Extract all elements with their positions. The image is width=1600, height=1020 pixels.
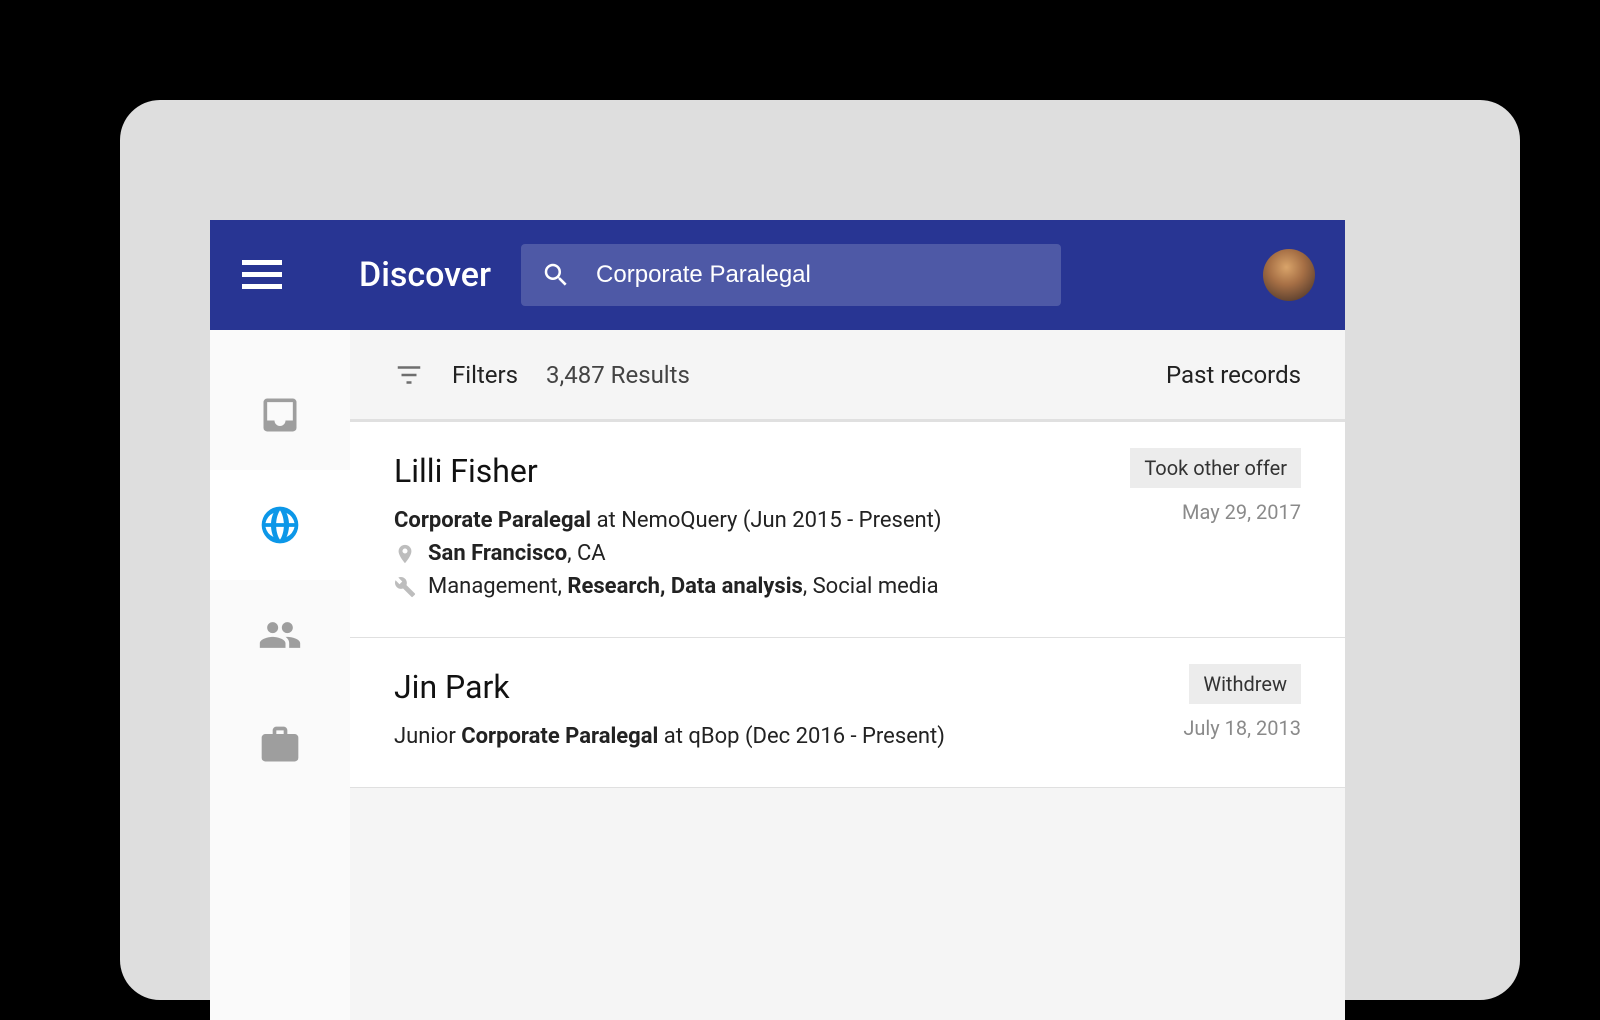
- search-icon: [541, 260, 571, 290]
- sidebar-item-people[interactable]: [210, 580, 350, 690]
- globe-icon: [258, 503, 302, 547]
- status-chip: Took other offer: [1130, 448, 1301, 488]
- filter-icon[interactable]: [394, 360, 424, 390]
- result-skills: Management, Research, Data analysis, Soc…: [394, 574, 1301, 599]
- result-title: Junior Corporate Paralegal at qBop (Dec …: [394, 724, 1301, 749]
- sidebar-item-globe[interactable]: [210, 470, 350, 580]
- sidebar-item-briefcase[interactable]: [210, 690, 350, 800]
- sidebar-item-inbox[interactable]: [210, 360, 350, 470]
- content: Filters 3,487 Results Past records Took …: [350, 330, 1345, 1020]
- search-box[interactable]: [521, 244, 1061, 306]
- result-date: July 18, 2013: [1183, 716, 1301, 740]
- menu-button[interactable]: [240, 253, 284, 297]
- location-icon: [394, 543, 420, 565]
- app-screen: Discover: [210, 220, 1345, 1020]
- results-count: 3,487 Results: [546, 361, 690, 389]
- device-frame: Discover: [120, 100, 1520, 1000]
- appbar: Discover: [210, 220, 1345, 330]
- result-name: Jin Park: [394, 668, 1301, 706]
- filter-bar: Filters 3,487 Results Past records: [350, 330, 1345, 422]
- people-icon: [258, 613, 302, 657]
- avatar[interactable]: [1263, 249, 1315, 301]
- briefcase-icon: [258, 723, 302, 767]
- result-title: Corporate Paralegal at NemoQuery (Jun 20…: [394, 508, 1301, 533]
- filters-label[interactable]: Filters: [452, 361, 518, 389]
- search-input[interactable]: [596, 261, 1041, 289]
- sidebar: [210, 330, 350, 1020]
- result-date: May 29, 2017: [1182, 500, 1301, 524]
- hamburger-icon: [242, 260, 282, 290]
- result-location: San Francisco, CA: [394, 541, 1301, 566]
- inbox-icon: [258, 393, 302, 437]
- result-card[interactable]: Withdrew July 18, 2013 Jin Park Junior C…: [350, 638, 1345, 788]
- past-records-link[interactable]: Past records: [1166, 361, 1301, 389]
- status-chip: Withdrew: [1189, 664, 1301, 704]
- wrench-icon: [394, 576, 420, 598]
- appbar-title: Discover: [359, 255, 491, 295]
- result-card[interactable]: Took other offer May 29, 2017 Lilli Fish…: [350, 422, 1345, 638]
